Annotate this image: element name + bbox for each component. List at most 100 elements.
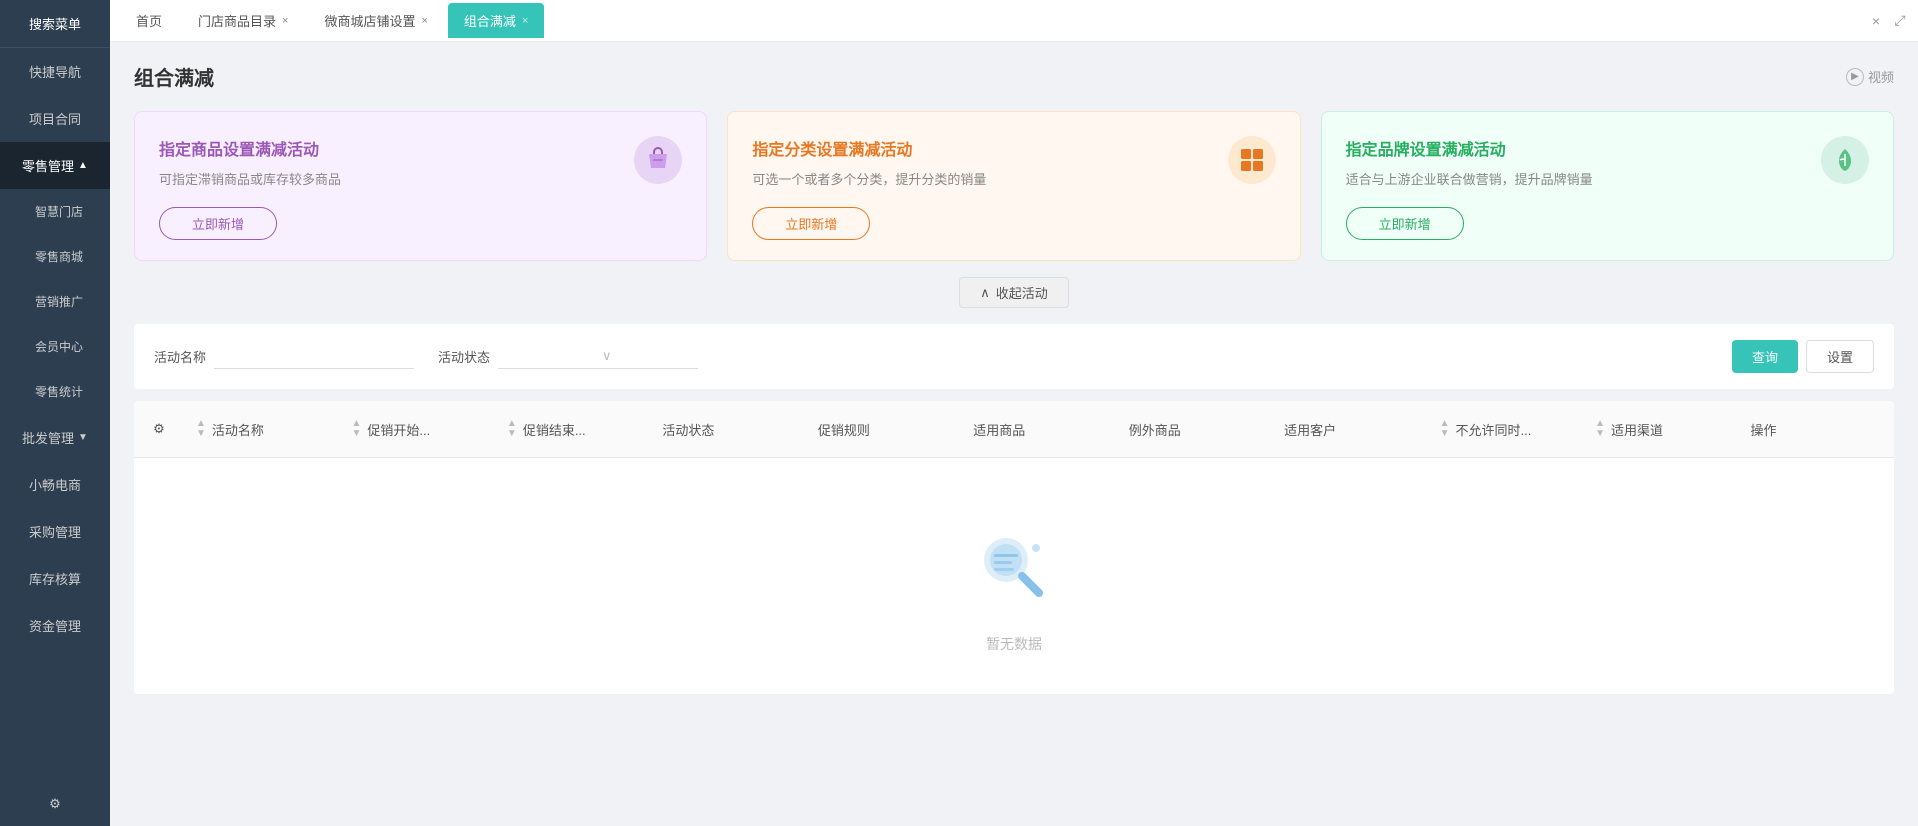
settings-button[interactable]: 设置 <box>1806 340 1874 373</box>
sort-icon: ▲▼ <box>196 419 206 439</box>
brand-card-desc: 适合与上游企业联合做营销，提升品牌销量 <box>1346 170 1869 191</box>
collapse-label: 收起活动 <box>996 283 1048 302</box>
sidebar-item-project-contract[interactable]: 项目合同 <box>0 95 110 142</box>
empty-state: 暂无数据 <box>134 458 1894 694</box>
tabs-bar: 首页 门店商品目录 × 微商城店铺设置 × 组合满减 × × ⤢ <box>110 0 1918 42</box>
window-controls: × ⤢ <box>1868 13 1908 29</box>
col-channel-label: 适用渠道 <box>1611 420 1663 439</box>
filter-name-item: 活动名称 <box>154 345 414 369</box>
tab-home[interactable]: 首页 <box>120 3 178 38</box>
video-link[interactable]: ▶ 视频 <box>1846 67 1894 86</box>
col-exception-label: 例外商品 <box>1129 420 1181 439</box>
table-col-status: 活动状态 <box>650 412 805 447</box>
chevron-down-icon: ∨ <box>602 348 690 364</box>
tab-home-label: 首页 <box>136 11 162 30</box>
category-card-add-button[interactable]: 立即新增 <box>752 207 870 240</box>
table-col-channel: ▲▼ 适用渠道 <box>1583 411 1738 447</box>
table-col-notallow: ▲▼ 不允许同时... <box>1428 411 1583 447</box>
brand-card-title: 指定品牌设置满减活动 <box>1346 136 1869 160</box>
tab-store-catalog[interactable]: 门店商品目录 × <box>182 3 304 38</box>
sidebar-item-quick-nav[interactable]: 快捷导航 <box>0 48 110 95</box>
empty-text: 暂无数据 <box>986 634 1042 654</box>
activity-cards: 指定商品设置满减活动 可指定滞销商品或库存较多商品 立即新增 指定分类设置满减活… <box>134 111 1894 261</box>
table-container: ⚙ ▲▼ 活动名称 ▲▼ 促销开始... ▲▼ 促销结束... 活动状态 <box>134 401 1894 694</box>
collapse-bar: ∧ 收起活动 <box>134 277 1894 308</box>
sidebar-item-label: 零售商城 <box>35 248 83 265</box>
filter-bar: 活动名称 活动状态 ∨ 查询 设置 <box>134 324 1894 389</box>
empty-illustration <box>964 518 1064 618</box>
window-close-button[interactable]: × <box>1868 13 1884 29</box>
sidebar-item-retail-mall[interactable]: 零售商城 <box>0 234 110 279</box>
close-tab-combo-discount[interactable]: × <box>522 15 528 27</box>
category-card-desc: 可选一个或者多个分类，提升分类的销量 <box>752 170 1275 191</box>
table-col-product: 适用商品 <box>961 412 1116 447</box>
collapse-activities-button[interactable]: ∧ 收起活动 <box>959 277 1069 308</box>
sidebar-item-retail-manage[interactable]: 零售管理 ▲ <box>0 142 110 189</box>
product-activity-card: 指定商品设置满减活动 可指定滞销商品或库存较多商品 立即新增 <box>134 111 707 261</box>
product-card-add-button[interactable]: 立即新增 <box>159 207 277 240</box>
table-col-action: 操作 <box>1739 412 1894 447</box>
sidebar-item-retail-stats[interactable]: 零售统计 <box>0 369 110 414</box>
video-label: 视频 <box>1868 67 1894 86</box>
product-card-icon <box>634 136 682 184</box>
gear-icon: ⚙ <box>49 796 61 811</box>
close-tab-store-catalog[interactable]: × <box>282 15 288 27</box>
product-card-title: 指定商品设置满减活动 <box>159 136 682 160</box>
gear-icon: ⚙ <box>153 421 165 437</box>
sidebar-settings-button[interactable]: ⚙ <box>0 782 110 826</box>
col-start-label: 促销开始... <box>367 420 430 439</box>
sidebar-item-inventory-reconcile[interactable]: 库存核算 <box>0 555 110 602</box>
table-col-gear[interactable]: ⚙ <box>134 413 184 445</box>
col-status-label: 活动状态 <box>662 420 714 439</box>
sidebar-item-label: 批发管理 <box>22 428 74 447</box>
col-action-label: 操作 <box>1751 420 1777 439</box>
category-card-icon <box>1228 136 1276 184</box>
page-header: 组合满减 ▶ 视频 <box>134 62 1894 91</box>
col-name-label: 活动名称 <box>212 420 264 439</box>
sidebar-item-marketing[interactable]: 营销推广 <box>0 279 110 324</box>
sidebar-item-fund-manage[interactable]: 资金管理 <box>0 602 110 649</box>
filter-name-input[interactable] <box>214 345 414 369</box>
tab-wechat-shop-label: 微商城店铺设置 <box>324 11 415 30</box>
filter-status-select[interactable]: ∨ <box>498 344 698 369</box>
col-customer-label: 适用客户 <box>1284 420 1336 439</box>
sidebar-item-member-center[interactable]: 会员中心 <box>0 324 110 369</box>
sidebar-item-label: 小畅电商 <box>29 475 81 494</box>
sort-icon: ▲▼ <box>1440 419 1450 439</box>
table-col-customer: 适用客户 <box>1272 412 1427 447</box>
tab-wechat-shop[interactable]: 微商城店铺设置 × <box>308 3 443 38</box>
close-tab-wechat-shop[interactable]: × <box>421 15 427 27</box>
brand-card-icon <box>1821 136 1869 184</box>
sidebar-item-smart-store[interactable]: 智慧门店 <box>0 189 110 234</box>
col-end-label: 促销结束... <box>523 420 586 439</box>
sort-icon: ▲▼ <box>1595 419 1605 439</box>
category-card-title: 指定分类设置满减活动 <box>752 136 1275 160</box>
table-col-name: ▲▼ 活动名称 <box>184 411 339 447</box>
sidebar-item-label: 营销推广 <box>35 293 83 310</box>
sidebar-item-label: 零售管理 <box>22 156 74 175</box>
sidebar-item-purchase-manage[interactable]: 采购管理 <box>0 508 110 555</box>
content-area: 组合满减 ▶ 视频 指定商品设置满减活动 可指定滞销商品或库存较多商品 <box>110 42 1918 826</box>
sidebar-search[interactable]: 搜索菜单 <box>0 0 110 48</box>
sidebar-item-label: 采购管理 <box>29 522 81 541</box>
tab-combo-discount[interactable]: 组合满减 × <box>448 3 544 38</box>
sidebar-item-xiaochangec[interactable]: 小畅电商 <box>0 461 110 508</box>
window-maximize-button[interactable]: ⤢ <box>1892 13 1908 29</box>
table-col-start: ▲▼ 促销开始... <box>339 411 494 447</box>
play-icon: ▶ <box>1846 68 1864 86</box>
sidebar-item-label: 快捷导航 <box>29 62 81 81</box>
brand-card-add-button[interactable]: 立即新增 <box>1346 207 1464 240</box>
filter-status-item: 活动状态 ∨ <box>438 344 698 369</box>
sidebar-item-label: 资金管理 <box>29 616 81 635</box>
query-button[interactable]: 查询 <box>1732 340 1798 373</box>
chevron-up-icon: ▲ <box>78 160 88 171</box>
sidebar-item-label: 库存核算 <box>29 569 81 588</box>
tab-store-catalog-label: 门店商品目录 <box>198 11 276 30</box>
product-card-desc: 可指定滞销商品或库存较多商品 <box>159 170 682 191</box>
sidebar-item-label: 零售统计 <box>35 383 83 400</box>
brand-activity-card: 指定品牌设置满减活动 适合与上游企业联合做营销，提升品牌销量 立即新增 <box>1321 111 1894 261</box>
category-activity-card: 指定分类设置满减活动 可选一个或者多个分类，提升分类的销量 立即新增 <box>727 111 1300 261</box>
sidebar-item-wholesale-manage[interactable]: 批发管理 ▼ <box>0 414 110 461</box>
sidebar: 搜索菜单 快捷导航 项目合同 零售管理 ▲ 智慧门店 零售商城 营销推广 会员中… <box>0 0 110 826</box>
table-col-end: ▲▼ 促销结束... <box>495 411 650 447</box>
